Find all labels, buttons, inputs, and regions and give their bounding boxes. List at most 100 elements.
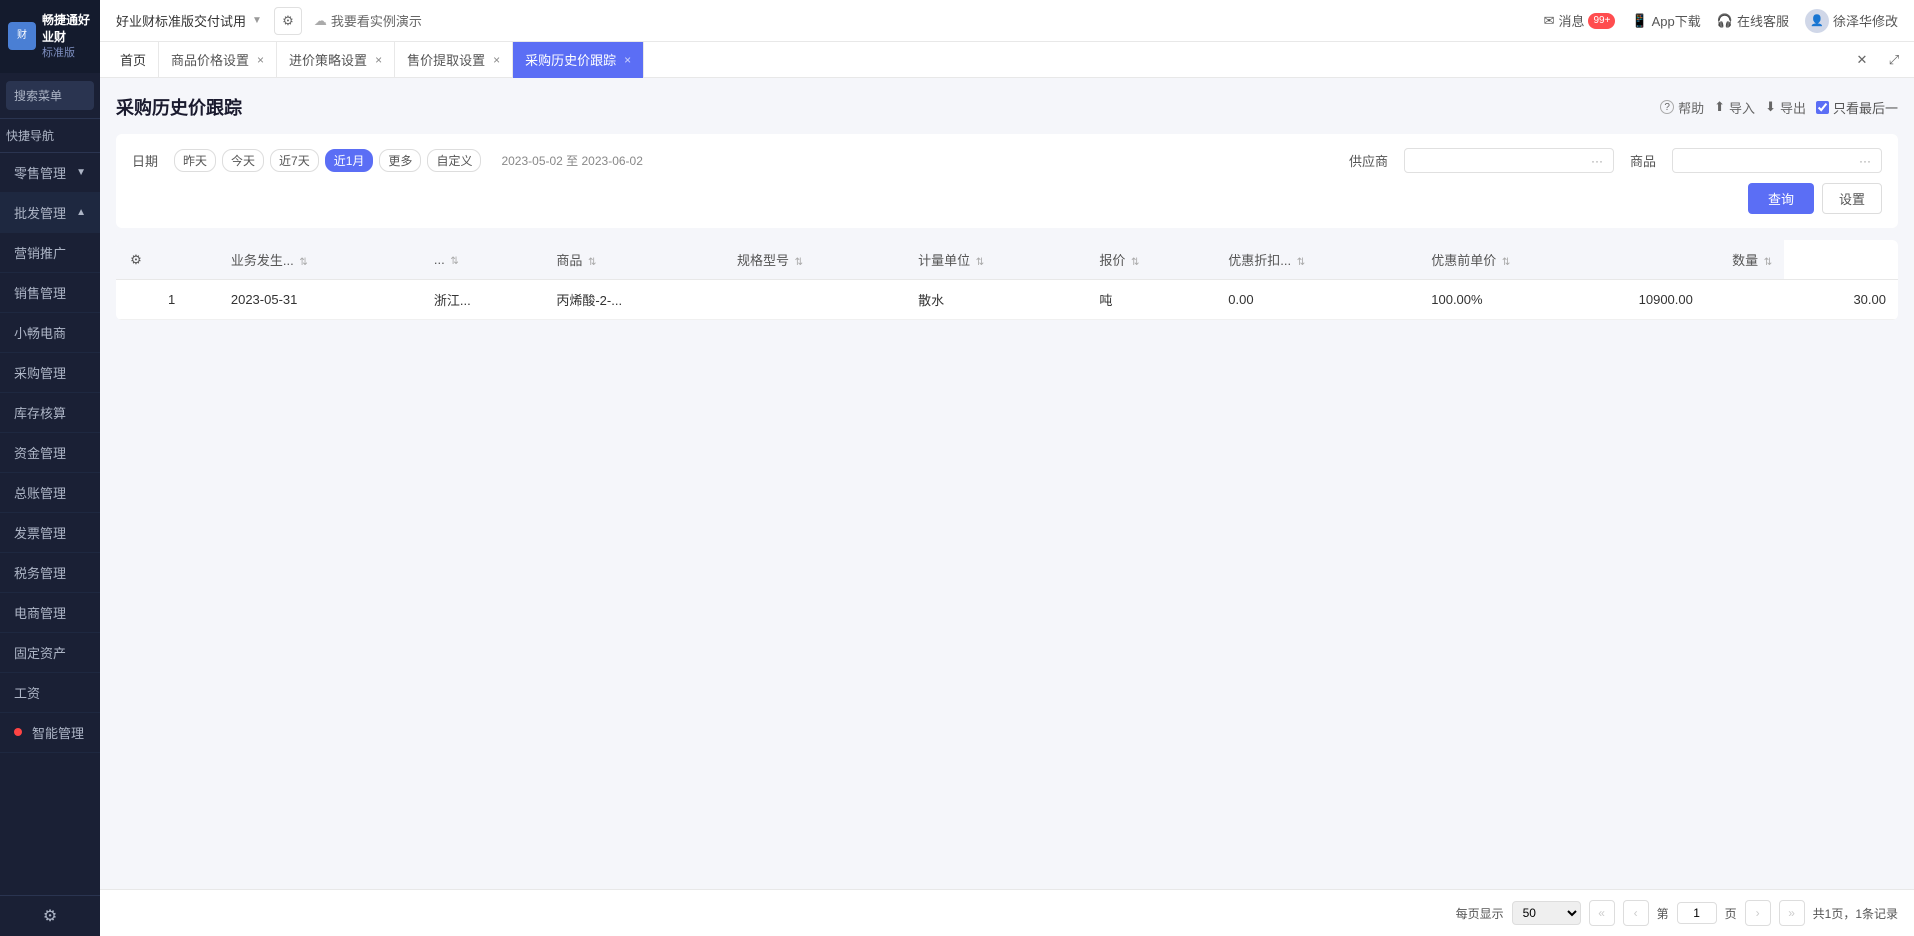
only-last-checkbox-label[interactable]: 只看最后一 bbox=[1816, 98, 1898, 117]
first-page-button[interactable]: « bbox=[1589, 900, 1615, 926]
prev-page-button[interactable]: ‹ bbox=[1623, 900, 1649, 926]
online-service-button[interactable]: 🎧 在线客服 bbox=[1717, 11, 1789, 30]
goods-more-button[interactable]: ··· bbox=[1857, 154, 1873, 168]
mobile-icon: 📱 bbox=[1631, 13, 1647, 29]
close-icon[interactable]: × bbox=[375, 53, 382, 67]
sidebar-item-inventory[interactable]: 库存核算 bbox=[0, 393, 100, 433]
supplier-more-button[interactable]: ··· bbox=[1589, 154, 1605, 168]
topbar-settings-button[interactable]: ⚙ bbox=[274, 7, 302, 35]
help-button[interactable]: ? 帮助 bbox=[1660, 98, 1704, 117]
search-menu-button[interactable]: 搜索菜单 bbox=[6, 81, 94, 110]
edition-label: 标准版 bbox=[42, 46, 92, 61]
sidebar-item-wholesale[interactable]: 批发管理 ▲ bbox=[0, 193, 100, 233]
date-btn-custom[interactable]: 自定义 bbox=[427, 149, 481, 172]
sidebar-item-ecommerce[interactable]: 电商管理 bbox=[0, 593, 100, 633]
app-name: 畅捷通好业财 bbox=[42, 12, 92, 46]
demo-button[interactable]: ☁ 我要看实例演示 bbox=[314, 11, 422, 30]
sidebar-item-purchase[interactable]: 采购管理 bbox=[0, 353, 100, 393]
sidebar-item-label: 总账管理 bbox=[14, 483, 66, 502]
quick-nav-section[interactable]: 快捷导航 bbox=[0, 119, 100, 153]
sidebar-item-ecommerce-small[interactable]: 小畅电商 bbox=[0, 313, 100, 353]
edition-selector[interactable]: 好业财标准版交付试用 ▼ bbox=[116, 11, 262, 30]
sidebar-item-label: 工资 bbox=[14, 683, 40, 702]
query-button[interactable]: 查询 bbox=[1748, 183, 1814, 214]
data-table: ⚙ 业务发生... ⇅ ... ⇅ 商品 ⇅ bbox=[116, 240, 1898, 320]
th-no bbox=[156, 240, 219, 280]
supplier-input[interactable] bbox=[1413, 153, 1589, 168]
tab-history-price[interactable]: 采购历史价跟踪 × bbox=[513, 42, 644, 78]
date-btn-yesterday[interactable]: 昨天 bbox=[174, 149, 216, 172]
sort-icon: ⇅ bbox=[1297, 257, 1305, 268]
gear-icon[interactable]: ⚙ bbox=[43, 906, 57, 926]
tab-sale-strategy[interactable]: 售价提取设置 × bbox=[395, 42, 513, 78]
page-input[interactable] bbox=[1677, 902, 1717, 924]
th-price[interactable]: 报价 ⇅ bbox=[1087, 240, 1216, 280]
tab-label: 售价提取设置 bbox=[407, 50, 485, 69]
expand-window-button[interactable]: ⤢ bbox=[1882, 48, 1906, 72]
close-icon[interactable]: × bbox=[257, 53, 264, 67]
topbar-right: ✉ 消息 99+ 📱 App下载 🎧 在线客服 👤 徐泽华修改 bbox=[1544, 9, 1898, 33]
per-page-select[interactable]: 50 20 100 bbox=[1512, 901, 1581, 925]
pagination-bar: 每页显示 50 20 100 « ‹ 第 页 › » 共1页，1条记录 bbox=[100, 889, 1914, 936]
th-date[interactable]: 业务发生... ⇅ bbox=[219, 240, 422, 280]
goods-input-wrap: ··· bbox=[1672, 148, 1882, 173]
td-no: 1 bbox=[156, 280, 219, 320]
sidebar-item-retail[interactable]: 零售管理 ▼ bbox=[0, 153, 100, 193]
sidebar-item-smart[interactable]: 智能管理 bbox=[0, 713, 100, 753]
date-btn-today[interactable]: 今天 bbox=[222, 149, 264, 172]
filter-bar: 日期 昨天 今天 近7天 近1月 更多 自定义 2023-05-02 至 202… bbox=[116, 134, 1898, 228]
page-actions: ? 帮助 ⬆ 导入 ⬇ 导出 只看最后一 bbox=[1660, 98, 1898, 117]
close-window-button[interactable]: ✕ bbox=[1850, 48, 1874, 72]
tabbar-right: ✕ ⤢ bbox=[1850, 48, 1906, 72]
filter-actions: 查询 设置 bbox=[132, 183, 1882, 214]
th-quantity[interactable]: 数量 ⇅ bbox=[1627, 240, 1784, 280]
sidebar-item-assets[interactable]: 固定资产 bbox=[0, 633, 100, 673]
tab-price[interactable]: 商品价格设置 × bbox=[159, 42, 277, 78]
th-extra[interactable]: ... ⇅ bbox=[422, 240, 544, 280]
close-icon[interactable]: × bbox=[493, 53, 500, 67]
last-page-button[interactable]: » bbox=[1779, 900, 1805, 926]
app-download-button[interactable]: 📱 App下载 bbox=[1631, 11, 1700, 30]
sidebar-item-tax[interactable]: 税务管理 bbox=[0, 553, 100, 593]
th-goods[interactable]: 商品 ⇅ bbox=[544, 240, 725, 280]
date-btn-7days[interactable]: 近7天 bbox=[270, 149, 319, 172]
user-menu[interactable]: 👤 徐泽华修改 bbox=[1805, 9, 1898, 33]
sidebar-item-salary[interactable]: 工资 bbox=[0, 673, 100, 713]
td-date: 2023-05-31 bbox=[219, 280, 422, 320]
settings-button[interactable]: 设置 bbox=[1822, 183, 1882, 214]
close-icon[interactable]: × bbox=[624, 53, 631, 67]
import-button[interactable]: ⬆ 导入 bbox=[1714, 98, 1755, 117]
tab-home[interactable]: 首页 bbox=[108, 42, 159, 78]
only-last-checkbox[interactable] bbox=[1816, 101, 1829, 114]
message-button[interactable]: ✉ 消息 99+ bbox=[1544, 11, 1616, 30]
sidebar-item-invoice[interactable]: 发票管理 bbox=[0, 513, 100, 553]
th-unit[interactable]: 计量单位 ⇅ bbox=[906, 240, 1087, 280]
date-btn-1month[interactable]: 近1月 bbox=[325, 149, 374, 172]
sidebar-item-label: 库存核算 bbox=[14, 403, 66, 422]
sidebar-item-label: 采购管理 bbox=[14, 363, 66, 382]
td-price-unit: 吨 bbox=[1087, 280, 1216, 320]
sort-icon: ⇅ bbox=[299, 257, 307, 268]
user-icon: 👤 bbox=[1805, 9, 1829, 33]
sort-icon: ⇅ bbox=[1764, 257, 1772, 268]
tab-purchase-strategy[interactable]: 进价策略设置 × bbox=[277, 42, 395, 78]
date-btn-more[interactable]: 更多 bbox=[379, 149, 421, 172]
th-spec[interactable]: 规格型号 ⇅ bbox=[725, 240, 906, 280]
table-row: 1 2023-05-31 浙江... 丙烯酸-2-... 散水 吨 0.00 1… bbox=[116, 280, 1898, 320]
sidebar-item-marketing[interactable]: 营销推广 bbox=[0, 233, 100, 273]
td-quote: 0.00 bbox=[1216, 280, 1419, 320]
next-page-button[interactable]: › bbox=[1745, 900, 1771, 926]
sidebar-item-finance[interactable]: 资金管理 bbox=[0, 433, 100, 473]
date-range-display: 2023-05-02 至 2023-06-02 bbox=[501, 152, 642, 169]
sidebar-item-sales[interactable]: 销售管理 bbox=[0, 273, 100, 313]
th-gear[interactable]: ⚙ bbox=[116, 240, 156, 280]
th-pre-discount-price[interactable]: 优惠前单价 ⇅ bbox=[1419, 240, 1626, 280]
export-button[interactable]: ⬇ 导出 bbox=[1765, 98, 1806, 117]
sidebar-item-label: 电商管理 bbox=[14, 603, 66, 622]
sidebar-menu: 零售管理 ▼ 批发管理 ▲ 营销推广 销售管理 小畅电商 采购管理 库存核算 资… bbox=[0, 153, 100, 895]
sidebar-item-ledger[interactable]: 总账管理 bbox=[0, 473, 100, 513]
td-discount: 100.00% bbox=[1419, 280, 1626, 320]
goods-input[interactable] bbox=[1681, 153, 1857, 168]
th-discount[interactable]: 优惠折扣... ⇅ bbox=[1216, 240, 1419, 280]
chevron-up-icon: ▲ bbox=[76, 207, 86, 218]
